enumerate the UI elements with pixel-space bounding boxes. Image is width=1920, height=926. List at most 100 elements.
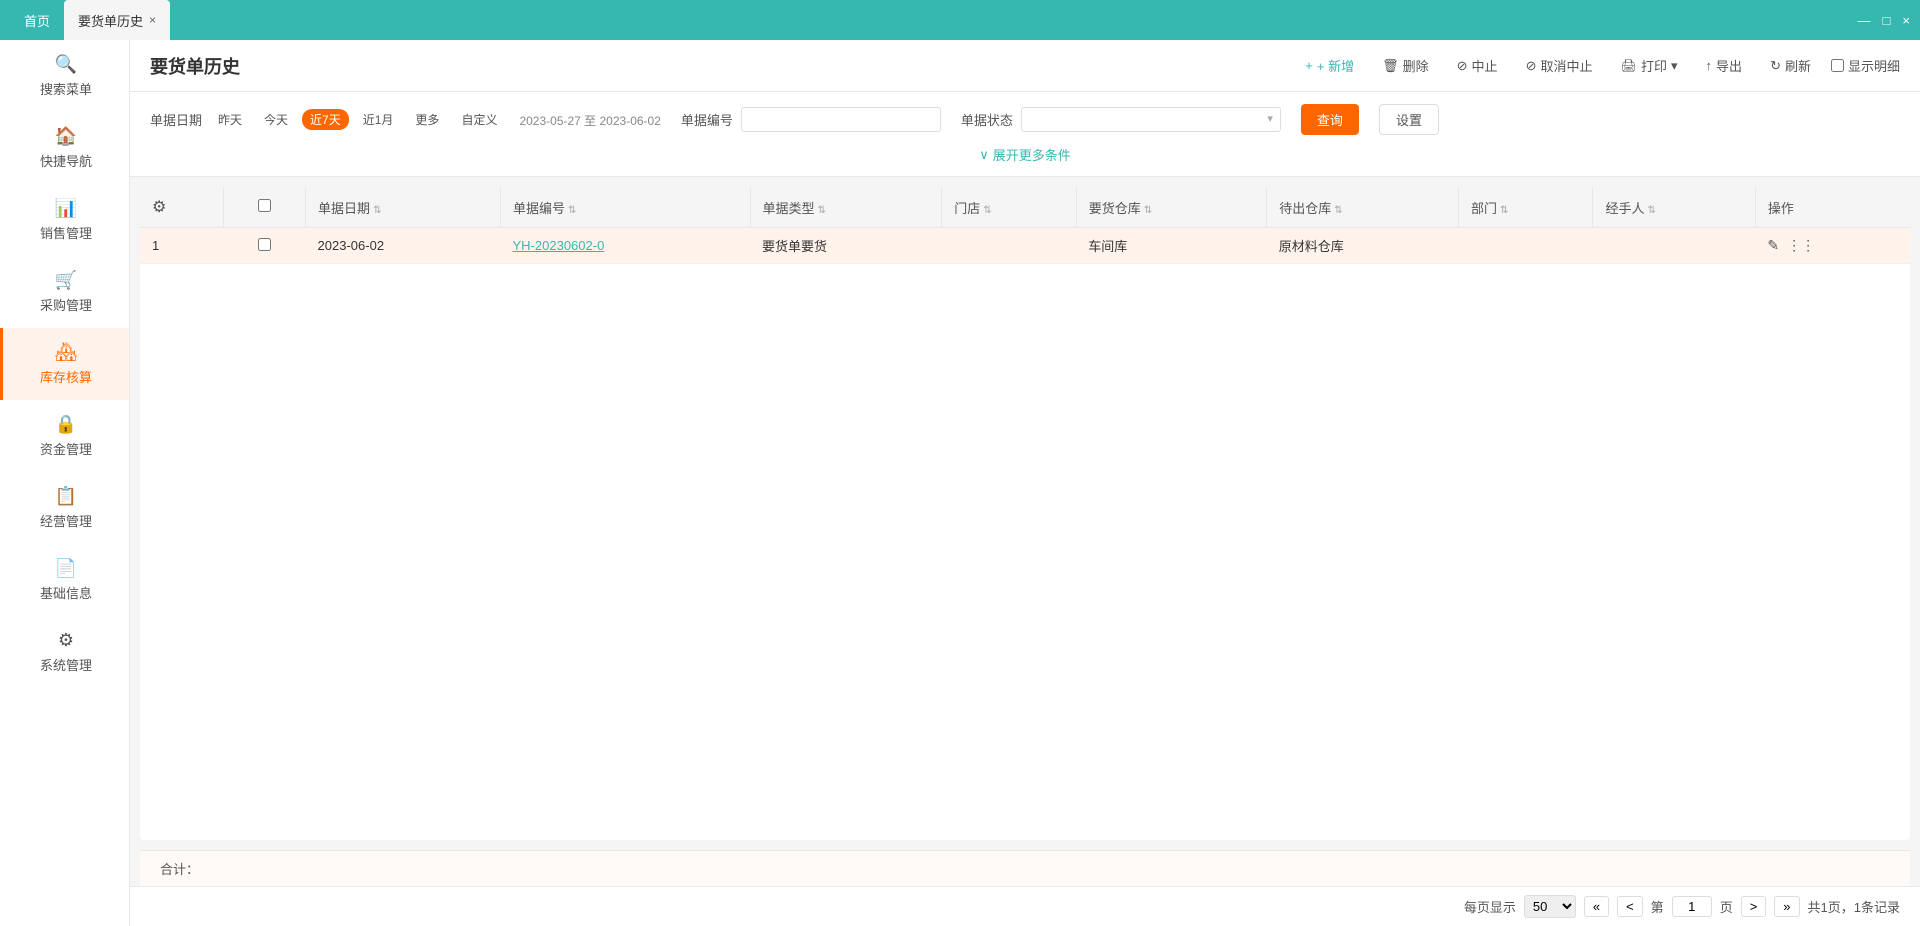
finance-icon: 🔒 [55, 414, 77, 435]
per-page-label: 每页显示 [1464, 897, 1516, 916]
print-button[interactable]: 🖨 打印 ▾ [1612, 52, 1685, 79]
page-input[interactable] [1672, 896, 1712, 917]
sidebar-label-search-menu: 搜索菜单 [40, 79, 92, 98]
date-filter-label: 单据日期 [150, 110, 202, 129]
status-input[interactable] [1021, 107, 1281, 132]
sidebar-item-quick-nav[interactable]: 🏠 快捷导航 [0, 112, 129, 184]
sort-billtype-icon[interactable]: ⇅ [818, 205, 826, 216]
sidebar-item-basics[interactable]: 📄 基础信息 [0, 544, 129, 616]
row-date: 2023-06-02 [306, 228, 501, 264]
setting-button[interactable]: 设置 [1379, 104, 1439, 135]
sidebar-item-purchase[interactable]: 🛒 采购管理 [0, 256, 129, 328]
export-button[interactable]: ↑ 导出 [1698, 52, 1751, 79]
row-actions: ✎ ⋮⋮ [1755, 228, 1910, 264]
stop-icon: ⊘ [1457, 58, 1468, 74]
sort-store-icon[interactable]: ⇅ [983, 205, 991, 216]
sort-department-icon[interactable]: ⇅ [1500, 205, 1508, 216]
sidebar-item-operations[interactable]: 📋 经营管理 [0, 472, 129, 544]
purchase-icon: 🛒 [55, 270, 77, 291]
active-tab-label: 要货单历史 [78, 11, 143, 30]
main-layout: 🔍 搜索菜单 🏠 快捷导航 📊 销售管理 🛒 采购管理 🏘 库存核算 🔒 资金管… [0, 40, 1920, 926]
print-label: 打印 [1641, 56, 1667, 75]
row-edit-icon[interactable]: ✎ [1767, 237, 1779, 254]
bill-no-filter-group: 单据编号 [681, 107, 941, 132]
last-page-button[interactable]: » [1774, 896, 1799, 917]
status-filter-group: 单据状态 ▾ [961, 107, 1281, 132]
sort-billno-icon[interactable]: ⇅ [568, 205, 576, 216]
row-bill-no-link[interactable]: YH-20230602-0 [513, 238, 605, 253]
sidebar-label-inventory: 库存核算 [40, 367, 92, 386]
table-container: ⚙ 单据日期⇅ 单据编号⇅ 单据类型⇅ [140, 187, 1910, 840]
window-controls: — □ × [1858, 13, 1910, 28]
sidebar-label-finance: 资金管理 [40, 439, 92, 458]
sidebar-label-quick-nav: 快捷导航 [40, 151, 92, 170]
date-pill-custom[interactable]: 自定义 [453, 109, 505, 130]
table-header-row: ⚙ 单据日期⇅ 单据编号⇅ 单据类型⇅ [140, 187, 1910, 228]
col-pending-warehouse: 待出仓库⇅ [1267, 187, 1459, 228]
sort-handler-icon[interactable]: ⇅ [1647, 205, 1655, 216]
search-menu-icon: 🔍 [55, 54, 77, 75]
delete-button[interactable]: 🗑 删除 [1374, 52, 1437, 79]
stop-label: 中止 [1472, 56, 1498, 75]
sort-req-warehouse-icon[interactable]: ⇅ [1144, 205, 1152, 216]
sort-pending-warehouse-icon[interactable]: ⇅ [1334, 205, 1342, 216]
query-button[interactable]: 查询 [1301, 104, 1359, 135]
cancel-stop-button[interactable]: ⊘ 取消中止 [1518, 52, 1601, 79]
print-icon: 🖨 [1620, 58, 1637, 74]
row-checkbox[interactable] [258, 238, 271, 251]
prev-page-button[interactable]: < [1617, 896, 1643, 917]
close-window-icon[interactable]: × [1902, 13, 1910, 28]
table-settings-icon[interactable]: ⚙ [152, 199, 166, 216]
sidebar-item-sales[interactable]: 📊 销售管理 [0, 184, 129, 256]
close-tab-icon[interactable]: × [149, 13, 156, 27]
date-filter-group: 单据日期 昨天 今天 近7天 近1月 更多 自定义 2023-05-27 至 2… [150, 109, 661, 130]
first-page-button[interactable]: « [1584, 896, 1609, 917]
date-pill-more[interactable]: 更多 [407, 109, 447, 130]
new-button[interactable]: + + 新增 [1297, 52, 1362, 79]
select-all-checkbox[interactable] [258, 199, 271, 212]
date-pill-today[interactable]: 今天 [256, 109, 296, 130]
cancel-stop-icon: ⊘ [1526, 58, 1537, 74]
row-department [1458, 228, 1592, 264]
next-page-button[interactable]: > [1741, 896, 1767, 917]
sidebar-item-finance[interactable]: 🔒 资金管理 [0, 400, 129, 472]
show-detail-checkbox[interactable] [1831, 59, 1844, 72]
pagination: 每页显示 50 100 200 « < 第 页 > » 共1页，1条记录 [130, 886, 1920, 926]
refresh-button[interactable]: ↻ 刷新 [1762, 52, 1819, 79]
export-icon: ↑ [1706, 58, 1713, 73]
sort-date-icon[interactable]: ⇅ [373, 205, 381, 216]
row-bill-type: 要货单要货 [750, 228, 942, 264]
bill-no-input[interactable] [741, 107, 941, 132]
status-dropdown-icon: ▾ [1267, 112, 1273, 125]
sidebar-item-search-menu[interactable]: 🔍 搜索菜单 [0, 40, 129, 112]
col-department: 部门⇅ [1458, 187, 1592, 228]
home-tab-label: 首页 [24, 11, 50, 30]
row-more-icon[interactable]: ⋮⋮ [1787, 237, 1815, 254]
show-detail-toggle[interactable]: 显示明细 [1831, 56, 1900, 75]
stop-button[interactable]: ⊘ 中止 [1449, 52, 1506, 79]
print-dropdown-icon: ▾ [1671, 58, 1678, 74]
row-pending-warehouse: 原材料仓库 [1267, 228, 1459, 264]
sales-icon: 📊 [55, 198, 77, 219]
table-body: 1 2023-06-02 YH-20230602-0 要货单要货 车间库 原材料… [140, 228, 1910, 264]
sidebar-item-system[interactable]: ⚙ 系统管理 [0, 616, 129, 688]
minimize-icon[interactable]: — [1858, 13, 1871, 28]
expand-more-button[interactable]: ∨ 展开更多条件 [150, 145, 1900, 164]
sidebar: 🔍 搜索菜单 🏠 快捷导航 📊 销售管理 🛒 采购管理 🏘 库存核算 🔒 资金管… [0, 40, 130, 926]
date-pill-7days[interactable]: 近7天 [302, 109, 349, 130]
toolbar: + + 新增 🗑 删除 ⊘ 中止 ⊘ 取消中止 🖨 打印 [1297, 52, 1900, 79]
date-pill-yesterday[interactable]: 昨天 [210, 109, 250, 130]
maximize-icon[interactable]: □ [1883, 13, 1891, 28]
new-icon: + [1305, 58, 1313, 73]
col-handler: 经手人⇅ [1593, 187, 1755, 228]
row-store [942, 228, 1076, 264]
per-page-select[interactable]: 50 100 200 [1524, 895, 1576, 918]
date-pill-1month[interactable]: 近1月 [355, 109, 402, 130]
table-footer: 合计： [140, 850, 1910, 886]
sidebar-item-inventory[interactable]: 🏘 库存核算 [0, 328, 129, 400]
tab-active[interactable]: 要货单历史 × [64, 0, 170, 40]
total-label: 共1页，1条记录 [1808, 897, 1900, 916]
page-unit-label: 页 [1720, 897, 1733, 916]
tab-home[interactable]: 首页 [10, 0, 64, 40]
sidebar-label-operations: 经营管理 [40, 511, 92, 530]
